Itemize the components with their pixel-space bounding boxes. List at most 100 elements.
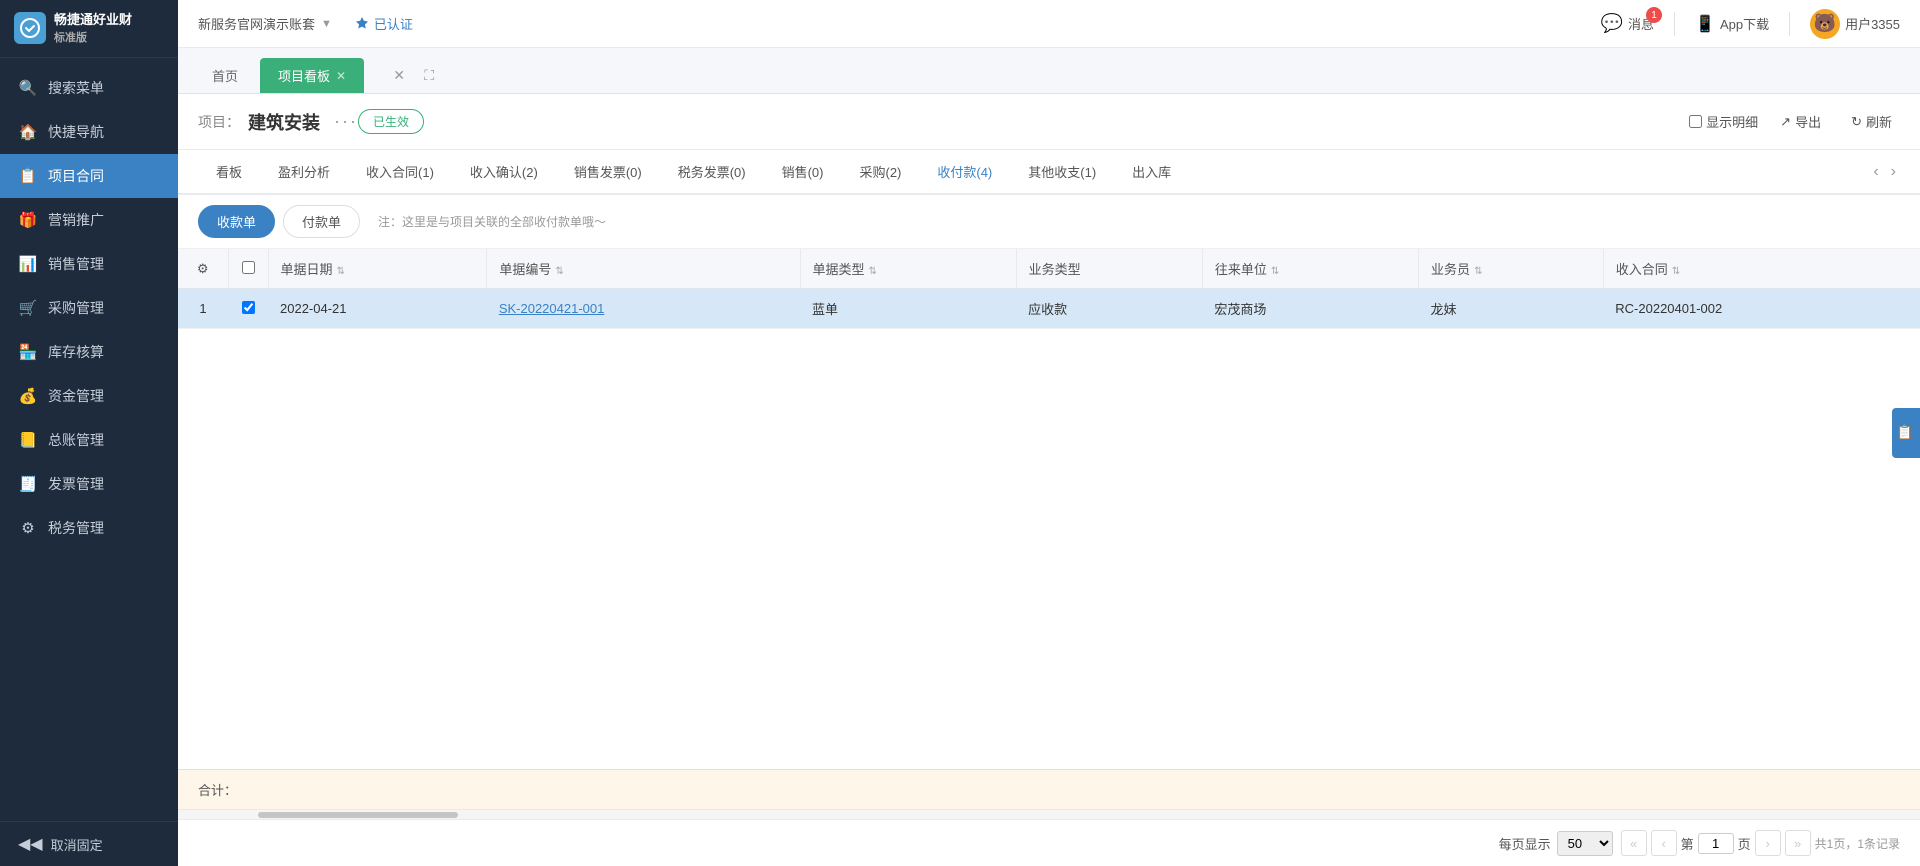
app-download-button[interactable]: 📱 App下载: [1695, 14, 1769, 34]
first-page-button[interactable]: «: [1621, 830, 1647, 856]
invoice-icon: 🧾: [18, 474, 38, 494]
more-actions-button[interactable]: ···: [334, 111, 358, 132]
close-window-button[interactable]: ✕: [388, 65, 410, 87]
sidebar-item-purchase[interactable]: 🛒 采购管理: [0, 286, 178, 330]
sidebar-item-inventory[interactable]: 🏪 库存核算: [0, 330, 178, 374]
tab-close-icon[interactable]: ✕: [336, 69, 346, 83]
row-code[interactable]: SK-20220421-001: [487, 289, 800, 329]
th-type[interactable]: 单据类型⇅: [800, 249, 1016, 289]
page-header: 项目： 建筑安装 ··· 已生效 显示明细 ↗ 导出 ↻ 刷新: [178, 94, 1920, 150]
settings-icon[interactable]: ⚙: [197, 261, 209, 276]
row-type: 蓝单: [800, 289, 1016, 329]
sidebar-item-project-contract[interactable]: 📋 项目合同: [0, 154, 178, 198]
hscroll-area[interactable]: [178, 809, 1920, 819]
sub-tab-next-icon[interactable]: ›: [1887, 159, 1900, 185]
page-input[interactable]: [1698, 833, 1734, 854]
ledger-icon: 📒: [18, 430, 38, 450]
maximize-window-button[interactable]: ⛶: [418, 65, 440, 87]
sub-tab-income-confirm[interactable]: 收入确认(2): [452, 150, 556, 195]
sub-tab-kanban[interactable]: 看板: [198, 150, 260, 195]
sub-tab-other-expense[interactable]: 其他收支(1): [1010, 150, 1114, 195]
table-row[interactable]: 1 2022-04-21 SK-20220421-001 蓝单 应收款 宏茂商场…: [178, 289, 1920, 329]
receipt-toggle-button[interactable]: 收款单: [198, 205, 275, 238]
sidebar-item-invoice[interactable]: 🧾 发票管理: [0, 462, 178, 506]
sub-tab-receipt[interactable]: 收付款(4): [919, 150, 1010, 195]
table-area[interactable]: ⚙ 单据日期⇅ 单据编号⇅ 单据类型⇅: [178, 249, 1920, 769]
tab-home[interactable]: 首页: [194, 58, 256, 93]
verified-label: 已认证: [374, 14, 413, 33]
show-detail-checkbox[interactable]: [1689, 115, 1702, 128]
th-partner[interactable]: 往来单位⇅: [1202, 249, 1418, 289]
sub-tab-tax-invoice[interactable]: 税务发票(0): [660, 150, 764, 195]
topbar-divider-2: [1789, 12, 1790, 36]
export-button[interactable]: ↗ 导出: [1772, 108, 1829, 135]
sidebar-nav: 🔍 搜索菜单 🏠 快捷导航 📋 项目合同 🎁 营销推广 📊 销售管理 🛒 采购管…: [0, 58, 178, 821]
tab-home-label: 首页: [212, 66, 238, 85]
per-page-selector: 每页显示 50 20 100: [1499, 831, 1613, 856]
refresh-button[interactable]: ↻ 刷新: [1843, 108, 1900, 135]
message-badge: 1: [1646, 7, 1662, 23]
th-code[interactable]: 单据编号⇅: [487, 249, 800, 289]
th-income-contract[interactable]: 收入合同⇅: [1603, 249, 1920, 289]
page-nav: « ‹ 第 页 › » 共1页，1条记录: [1621, 830, 1900, 856]
message-button[interactable]: 💬 1 消息: [1601, 13, 1654, 34]
floating-icon: 📋: [1898, 424, 1914, 441]
sidebar-item-funds[interactable]: 💰 资金管理: [0, 374, 178, 418]
user-menu-button[interactable]: 🐻 用户3355: [1810, 9, 1900, 39]
page-unit: 页: [1738, 834, 1751, 853]
sub-tab-in-out[interactable]: 出入库: [1114, 150, 1189, 195]
sidebar-item-label-quick-nav: 快捷导航: [48, 122, 104, 142]
row-code-link[interactable]: SK-20220421-001: [499, 301, 605, 316]
sort-icon: ⇅: [337, 266, 345, 277]
funds-icon: 💰: [18, 386, 38, 406]
total-info: 共1页，1条记录: [1815, 835, 1900, 852]
sub-tab-prev-icon[interactable]: ‹: [1869, 159, 1882, 185]
select-all-checkbox[interactable]: [242, 261, 255, 274]
sidebar-item-quick-nav[interactable]: 🏠 快捷导航: [0, 110, 178, 154]
sidebar-item-marketing[interactable]: 🎁 营销推广: [0, 198, 178, 242]
export-label: 导出: [1795, 112, 1821, 131]
sidebar-logo: 畅捷通好业财 标准版: [0, 0, 178, 58]
purchase-icon: 🛒: [18, 298, 38, 318]
per-page-select[interactable]: 50 20 100: [1557, 831, 1613, 856]
sub-tab-sales-invoice[interactable]: 销售发票(0): [556, 150, 660, 195]
last-page-button[interactable]: »: [1785, 830, 1811, 856]
topbar-divider: [1674, 12, 1675, 36]
row-biz-type: 应收款: [1016, 289, 1202, 329]
sub-tab-sales[interactable]: 销售(0): [764, 150, 842, 195]
logo-icon: [14, 12, 46, 44]
sidebar-unpin-button[interactable]: ◀◀ 取消固定: [0, 821, 178, 866]
next-page-button[interactable]: ›: [1755, 830, 1781, 856]
sort-icon: ⇅: [1271, 266, 1279, 277]
payment-toggle-button[interactable]: 付款单: [283, 205, 360, 238]
main-area: 新服务官网演示账套 ▼ 已认证 💬 1 消息 📱 App下载 🐻: [178, 0, 1920, 866]
sidebar-item-label-marketing: 营销推广: [48, 210, 104, 230]
prev-page-button[interactable]: ‹: [1651, 830, 1677, 856]
project-name: 建筑安装: [248, 109, 320, 135]
row-salesperson: 龙妹: [1419, 289, 1604, 329]
th-salesperson[interactable]: 业务员⇅: [1419, 249, 1604, 289]
row-checkbox-cell[interactable]: [228, 289, 268, 329]
avatar: 🐻: [1810, 9, 1840, 39]
th-checkbox[interactable]: [228, 249, 268, 289]
sub-tab-purchase[interactable]: 采购(2): [841, 150, 919, 195]
sidebar-item-sales[interactable]: 📊 销售管理: [0, 242, 178, 286]
tab-project-board[interactable]: 项目看板 ✕: [260, 58, 364, 93]
account-selector[interactable]: 新服务官网演示账套 ▼: [198, 14, 332, 33]
sidebar-item-ledger[interactable]: 📒 总账管理: [0, 418, 178, 462]
sub-tabs: 看板盈利分析收入合同(1)收入确认(2)销售发票(0)税务发票(0)销售(0)采…: [178, 150, 1920, 195]
show-detail-checkbox-label[interactable]: 显示明细: [1689, 112, 1758, 131]
sub-tab-income-contract[interactable]: 收入合同(1): [348, 150, 452, 195]
th-date[interactable]: 单据日期⇅: [268, 249, 487, 289]
floating-action-button[interactable]: 📋: [1892, 408, 1920, 458]
sidebar-item-label-purchase: 采购管理: [48, 298, 104, 318]
row-checkbox[interactable]: [242, 301, 255, 314]
th-settings[interactable]: ⚙: [178, 249, 228, 289]
sidebar-item-tax[interactable]: ⚙ 税务管理: [0, 506, 178, 550]
sidebar-item-label-inventory: 库存核算: [48, 342, 104, 362]
quick-nav-icon: 🏠: [18, 122, 38, 142]
hscroll-thumb[interactable]: [258, 812, 458, 818]
sub-tab-profit[interactable]: 盈利分析: [260, 150, 348, 195]
page-label: 第: [1681, 834, 1694, 853]
sidebar-item-search[interactable]: 🔍 搜索菜单: [0, 66, 178, 110]
